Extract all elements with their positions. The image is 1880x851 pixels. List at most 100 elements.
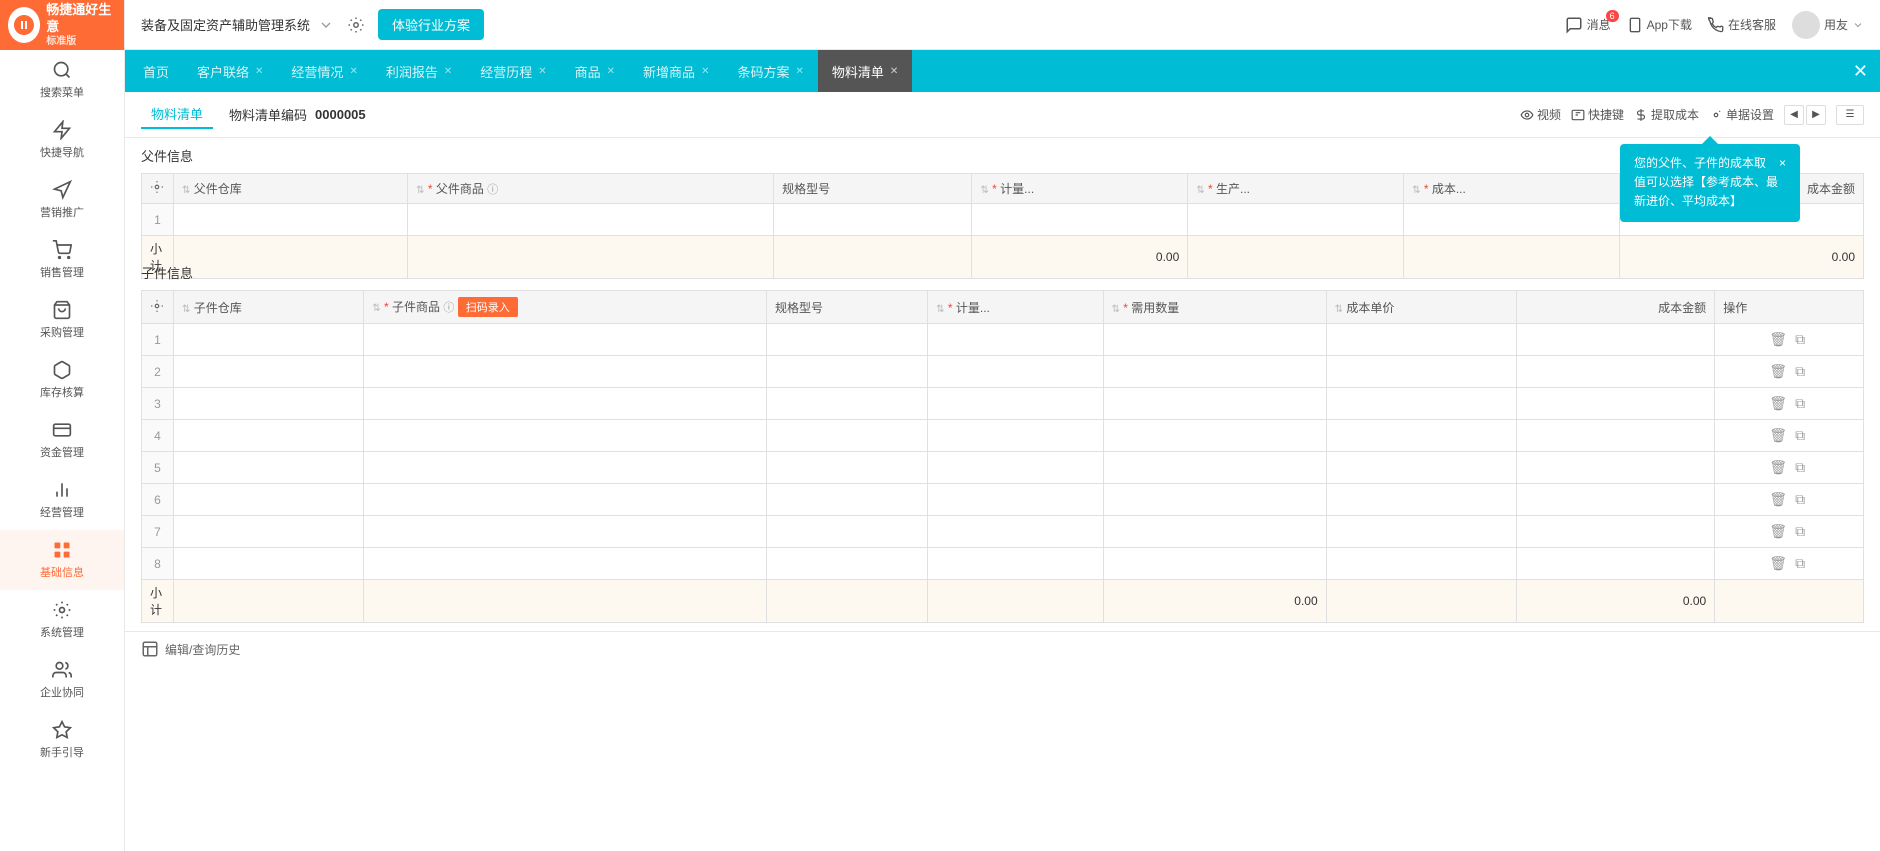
experience-btn[interactable]: 体验行业方案 bbox=[378, 9, 484, 40]
child-row-3-goods[interactable] bbox=[364, 388, 767, 420]
parent-row-1-goods[interactable] bbox=[408, 204, 774, 236]
copy-icon[interactable]: ⧉ bbox=[1791, 363, 1809, 381]
child-row-8-spec[interactable] bbox=[766, 548, 927, 580]
child-row-6-quantity[interactable] bbox=[1103, 484, 1326, 516]
tab-customer-close[interactable]: ✕ bbox=[255, 66, 263, 77]
child-row-2-goods[interactable] bbox=[364, 356, 767, 388]
extract-cost-action[interactable]: 提取成本 bbox=[1634, 106, 1699, 123]
copy-icon[interactable]: ⧉ bbox=[1791, 395, 1809, 413]
child-row-1-quantity[interactable] bbox=[1103, 324, 1326, 356]
parent-row-1-cost[interactable] bbox=[1404, 204, 1620, 236]
child-row-7-goods[interactable] bbox=[364, 516, 767, 548]
child-row-5-goods[interactable] bbox=[364, 452, 767, 484]
child-row-5-cost-price[interactable] bbox=[1326, 452, 1516, 484]
child-row-2-quantity[interactable] bbox=[1103, 356, 1326, 388]
delete-icon[interactable]: 🗑 bbox=[1769, 331, 1787, 349]
tab-goods-close[interactable]: ✕ bbox=[607, 66, 615, 77]
child-row-4-goods[interactable] bbox=[364, 420, 767, 452]
copy-icon[interactable]: ⧉ bbox=[1791, 555, 1809, 573]
tab-profit[interactable]: 利润报告 ✕ bbox=[372, 50, 466, 92]
child-row-4-spec[interactable] bbox=[766, 420, 927, 452]
child-row-6-goods[interactable] bbox=[364, 484, 767, 516]
child-row-4-unit[interactable] bbox=[928, 420, 1103, 452]
app-download-btn[interactable]: App下载 bbox=[1627, 16, 1692, 33]
copy-icon[interactable]: ⧉ bbox=[1791, 491, 1809, 509]
prev-arrow[interactable]: ◀ bbox=[1784, 105, 1804, 125]
tab-customer[interactable]: 客户联络 ✕ bbox=[183, 50, 277, 92]
child-row-3-spec[interactable] bbox=[766, 388, 927, 420]
child-row-7-quantity[interactable] bbox=[1103, 516, 1326, 548]
tab-barcode-close[interactable]: ✕ bbox=[795, 66, 803, 77]
sub-tab-bom-list[interactable]: 物料清单 bbox=[141, 100, 213, 129]
delete-icon[interactable]: 🗑 bbox=[1769, 523, 1787, 541]
child-row-7-spec[interactable] bbox=[766, 516, 927, 548]
tab-barcode[interactable]: 条码方案 ✕ bbox=[723, 50, 817, 92]
tab-history[interactable]: 经营历程 ✕ bbox=[466, 50, 560, 92]
view-action[interactable]: 视频 bbox=[1520, 106, 1561, 123]
sidebar-item-inventory[interactable]: 库存核算 bbox=[0, 350, 124, 410]
child-row-5-warehouse[interactable] bbox=[174, 452, 364, 484]
delete-icon[interactable]: 🗑 bbox=[1769, 491, 1787, 509]
tab-operation-close[interactable]: ✕ bbox=[349, 66, 357, 77]
child-row-6-cost-price[interactable] bbox=[1326, 484, 1516, 516]
tab-operation[interactable]: 经营情况 ✕ bbox=[277, 50, 371, 92]
child-row-4-warehouse[interactable] bbox=[174, 420, 364, 452]
sidebar-item-enterprise[interactable]: 企业协同 bbox=[0, 650, 124, 710]
child-row-8-quantity[interactable] bbox=[1103, 548, 1326, 580]
sidebar-item-system[interactable]: 系统管理 bbox=[0, 590, 124, 650]
tab-profit-close[interactable]: ✕ bbox=[444, 66, 452, 77]
child-row-5-spec[interactable] bbox=[766, 452, 927, 484]
child-row-7-unit[interactable] bbox=[928, 516, 1103, 548]
parent-row-1-unit[interactable] bbox=[972, 204, 1188, 236]
child-row-8-cost-price[interactable] bbox=[1326, 548, 1516, 580]
copy-icon[interactable]: ⧉ bbox=[1791, 427, 1809, 445]
child-row-1-unit[interactable] bbox=[928, 324, 1103, 356]
child-row-7-warehouse[interactable] bbox=[174, 516, 364, 548]
sidebar-item-sales[interactable]: 销售管理 bbox=[0, 230, 124, 290]
child-row-3-quantity[interactable] bbox=[1103, 388, 1326, 420]
gear-icon[interactable] bbox=[342, 11, 370, 39]
child-row-2-unit[interactable] bbox=[928, 356, 1103, 388]
child-row-3-unit[interactable] bbox=[928, 388, 1103, 420]
sidebar-item-basic-info[interactable]: 基础信息 bbox=[0, 530, 124, 590]
copy-icon[interactable]: ⧉ bbox=[1791, 331, 1809, 349]
shortcut-action[interactable]: 快捷键 bbox=[1571, 106, 1624, 123]
child-row-1-cost-price[interactable] bbox=[1326, 324, 1516, 356]
scan-input-btn[interactable]: 扫码录入 bbox=[458, 297, 518, 317]
close-all-tabs[interactable]: ✕ bbox=[1845, 61, 1876, 82]
child-row-4-cost-price[interactable] bbox=[1326, 420, 1516, 452]
child-row-5-quantity[interactable] bbox=[1103, 452, 1326, 484]
child-row-8-warehouse[interactable] bbox=[174, 548, 364, 580]
online-service-btn[interactable]: 在线客服 bbox=[1708, 16, 1776, 33]
delete-icon[interactable]: 🗑 bbox=[1769, 427, 1787, 445]
delete-icon[interactable]: 🗑 bbox=[1769, 459, 1787, 477]
sidebar-item-marketing[interactable]: 营销推广 bbox=[0, 170, 124, 230]
delete-icon[interactable]: 🗑 bbox=[1769, 395, 1787, 413]
child-row-2-spec[interactable] bbox=[766, 356, 927, 388]
copy-icon[interactable]: ⧉ bbox=[1791, 459, 1809, 477]
sidebar-item-business[interactable]: 经营管理 bbox=[0, 470, 124, 530]
child-row-8-goods[interactable] bbox=[364, 548, 767, 580]
tab-new-goods[interactable]: 新增商品 ✕ bbox=[629, 50, 723, 92]
child-row-1-goods[interactable] bbox=[364, 324, 767, 356]
parent-row-1-warehouse[interactable] bbox=[174, 204, 408, 236]
child-row-3-warehouse[interactable] bbox=[174, 388, 364, 420]
tooltip-close-btn[interactable]: × bbox=[1779, 154, 1786, 173]
sidebar-item-guide[interactable]: 新手引导 bbox=[0, 710, 124, 770]
child-row-1-warehouse[interactable] bbox=[174, 324, 364, 356]
single-settings-action[interactable]: 单据设置 bbox=[1709, 106, 1774, 123]
sidebar-item-search[interactable]: 搜索菜单 bbox=[0, 50, 124, 110]
menu-icon[interactable]: ☰ bbox=[1836, 105, 1864, 125]
sidebar-item-purchase[interactable]: 采购管理 bbox=[0, 290, 124, 350]
tab-history-close[interactable]: ✕ bbox=[538, 66, 546, 77]
tab-goods[interactable]: 商品 ✕ bbox=[561, 50, 629, 92]
child-row-2-warehouse[interactable] bbox=[174, 356, 364, 388]
tab-bom[interactable]: 物料清单 ✕ bbox=[818, 50, 912, 92]
tab-home[interactable]: 首页 bbox=[129, 50, 183, 92]
tab-new-goods-close[interactable]: ✕ bbox=[701, 66, 709, 77]
system-selector[interactable] bbox=[318, 17, 334, 33]
bottom-bar[interactable]: 编辑/查询历史 bbox=[125, 631, 1880, 666]
tab-bom-close[interactable]: ✕ bbox=[890, 66, 898, 77]
child-row-2-cost-price[interactable] bbox=[1326, 356, 1516, 388]
child-row-6-unit[interactable] bbox=[928, 484, 1103, 516]
